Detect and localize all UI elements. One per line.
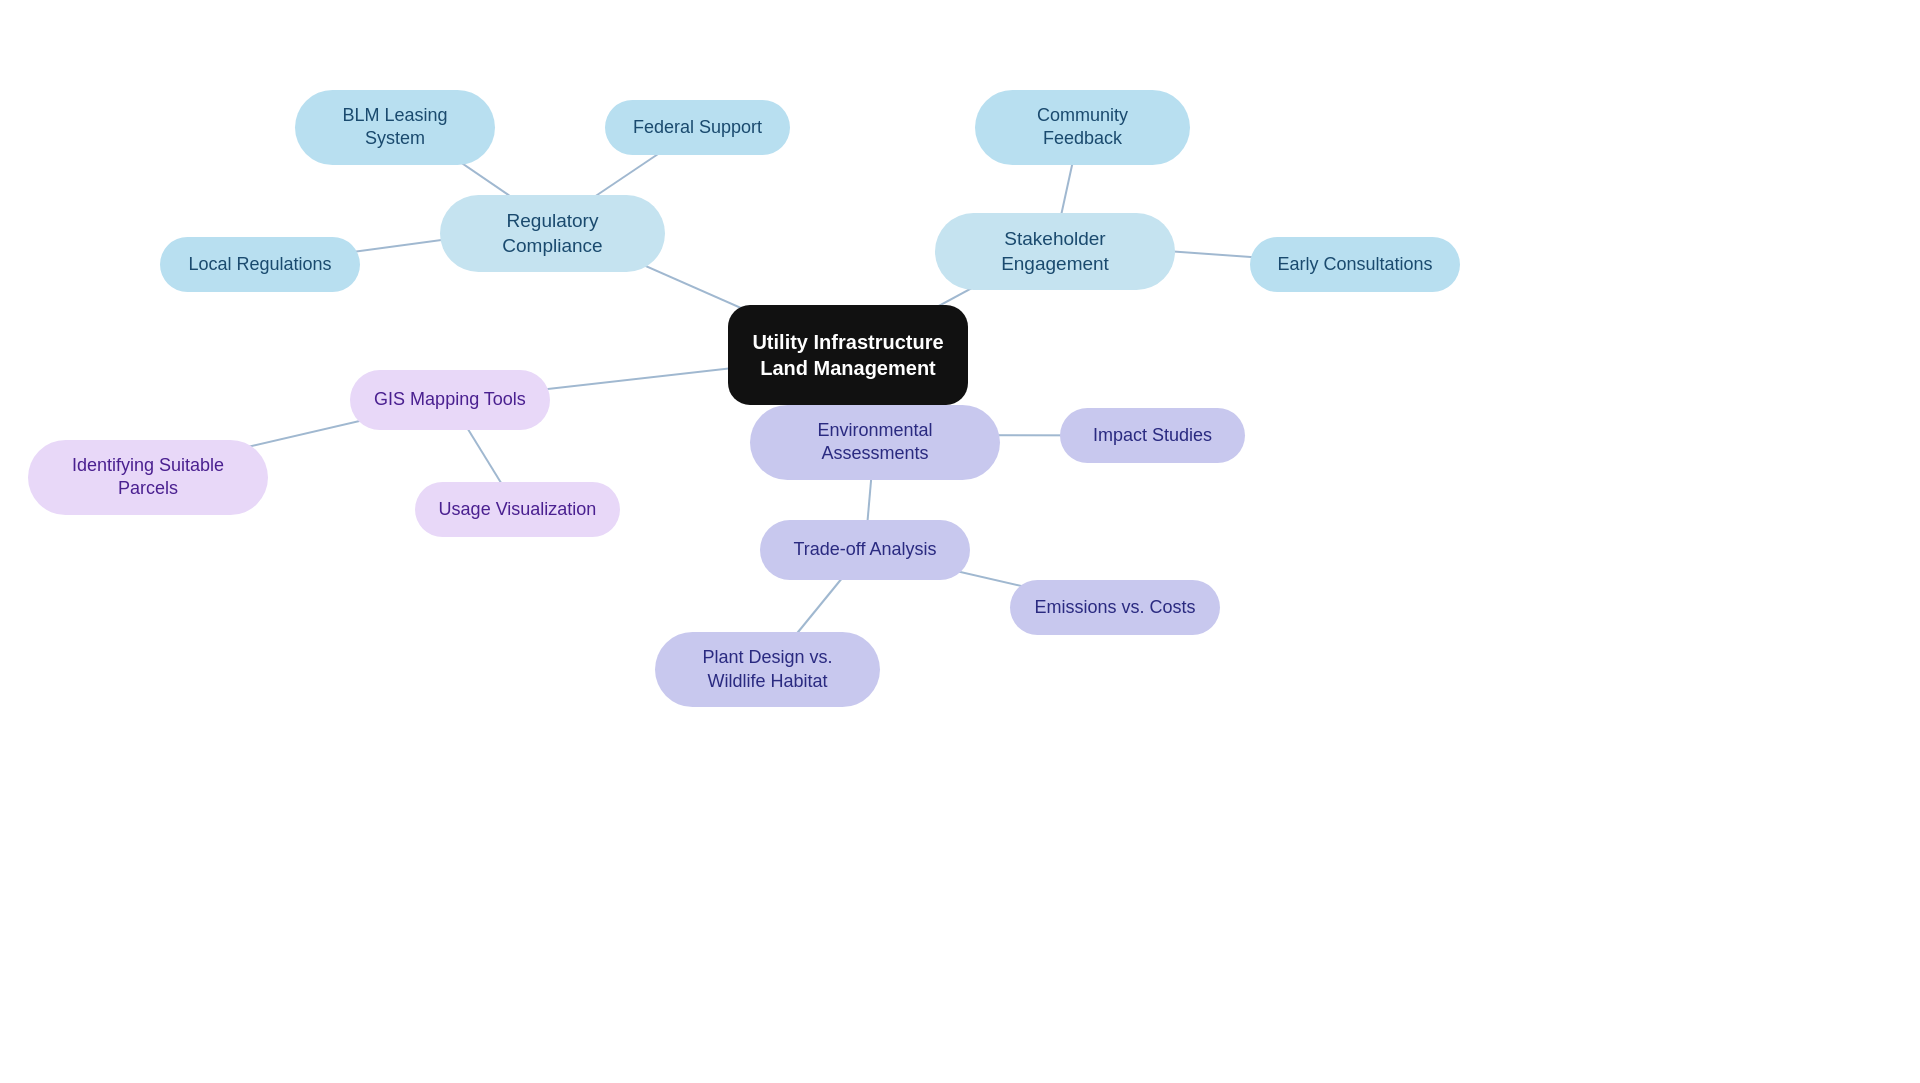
node-stakeholder[interactable]: Stakeholder Engagement: [935, 213, 1175, 290]
center-node[interactable]: Utility Infrastructure Land Management: [728, 305, 968, 405]
node-local[interactable]: Local Regulations: [160, 237, 360, 292]
node-plant[interactable]: Plant Design vs. Wildlife Habitat: [655, 632, 880, 707]
node-usage[interactable]: Usage Visualization: [415, 482, 620, 537]
node-emissions[interactable]: Emissions vs. Costs: [1010, 580, 1220, 635]
node-federal[interactable]: Federal Support: [605, 100, 790, 155]
node-impact[interactable]: Impact Studies: [1060, 408, 1245, 463]
node-blm[interactable]: BLM Leasing System: [295, 90, 495, 165]
node-early[interactable]: Early Consultations: [1250, 237, 1460, 292]
node-tradeoff[interactable]: Trade-off Analysis: [760, 520, 970, 580]
node-regulatory[interactable]: Regulatory Compliance: [440, 195, 665, 272]
node-gis[interactable]: GIS Mapping Tools: [350, 370, 550, 430]
node-identifying[interactable]: Identifying Suitable Parcels: [28, 440, 268, 515]
node-environmental[interactable]: Environmental Assessments: [750, 405, 1000, 480]
node-community[interactable]: Community Feedback: [975, 90, 1190, 165]
